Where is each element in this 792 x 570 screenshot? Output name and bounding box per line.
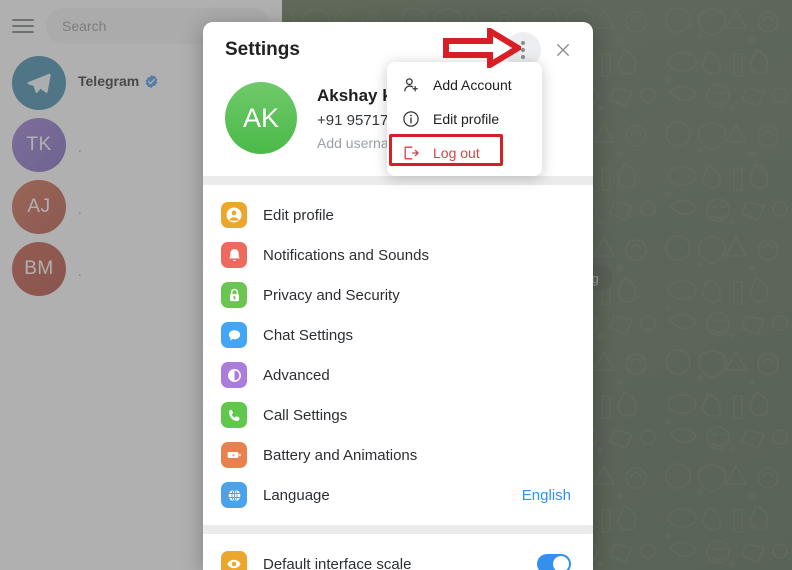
settings-overflow-menu: Add Account Edit profile Log out (387, 62, 542, 176)
lock-icon (221, 282, 247, 308)
sidebar-item-label: Battery and Animations (263, 446, 418, 464)
globe-icon (221, 482, 247, 508)
section-divider (203, 525, 593, 534)
sidebar-item-privacy-security[interactable]: Privacy and Security (203, 275, 593, 315)
settings-section-main: Edit profile Notifications and Sounds Pr… (203, 185, 593, 515)
page-title: Settings (225, 39, 300, 60)
avatar-initials: AK (242, 102, 280, 133)
pie-chart-icon (221, 362, 247, 388)
sidebar-item-label: Advanced (263, 366, 330, 384)
sidebar-item-chat-settings[interactable]: Chat Settings (203, 315, 593, 355)
sidebar-item-edit-profile[interactable]: Edit profile (203, 195, 593, 235)
person-add-icon (404, 78, 418, 92)
close-x-icon[interactable] (545, 32, 581, 68)
section-divider (203, 176, 593, 185)
sidebar-item-label: Privacy and Security (263, 286, 400, 304)
settings-section-interface: Default interface scale (203, 534, 593, 570)
sidebar-item-call-settings[interactable]: Call Settings (203, 395, 593, 435)
menu-item-add-account[interactable]: Add Account (387, 68, 542, 102)
logout-arrow-icon (404, 146, 419, 160)
info-circle-icon (403, 111, 419, 127)
sidebar-item-advanced[interactable]: Advanced (203, 355, 593, 395)
menu-item-label: Log out (433, 145, 480, 161)
sidebar-item-label: Default interface scale (263, 555, 412, 570)
battery-icon (221, 442, 247, 468)
menu-item-label: Edit profile (433, 111, 500, 127)
sidebar-item-label: Chat Settings (263, 326, 354, 344)
sidebar-item-label: Edit profile (263, 206, 334, 224)
sidebar-item-notifications[interactable]: Notifications and Sounds (203, 235, 593, 275)
app-root: ssaging Search Telegram (0, 0, 792, 570)
sidebar-item-label: Notifications and Sounds (263, 246, 429, 264)
sidebar-item-language[interactable]: Language English (203, 475, 593, 515)
close-icon-glyph (557, 44, 569, 56)
sidebar-item-battery-animations[interactable]: Battery and Animations (203, 435, 593, 475)
toggle-knob (553, 556, 569, 570)
sidebar-item-default-interface-scale[interactable]: Default interface scale (203, 544, 593, 570)
bell-icon (221, 242, 247, 268)
person-circle-icon (221, 202, 247, 228)
menu-item-edit-profile[interactable]: Edit profile (387, 102, 542, 136)
sidebar-item-label: Language (263, 486, 330, 504)
sidebar-item-label: Call Settings (263, 406, 348, 424)
menu-item-label: Add Account (433, 77, 512, 93)
avatar: AK (225, 82, 297, 154)
menu-item-log-out[interactable]: Log out (387, 136, 542, 170)
phone-icon (221, 402, 247, 428)
chat-bubble-icon (221, 322, 247, 348)
eye-icon (221, 551, 247, 570)
default-interface-scale-toggle[interactable] (537, 554, 571, 570)
language-value[interactable]: English (522, 487, 571, 504)
